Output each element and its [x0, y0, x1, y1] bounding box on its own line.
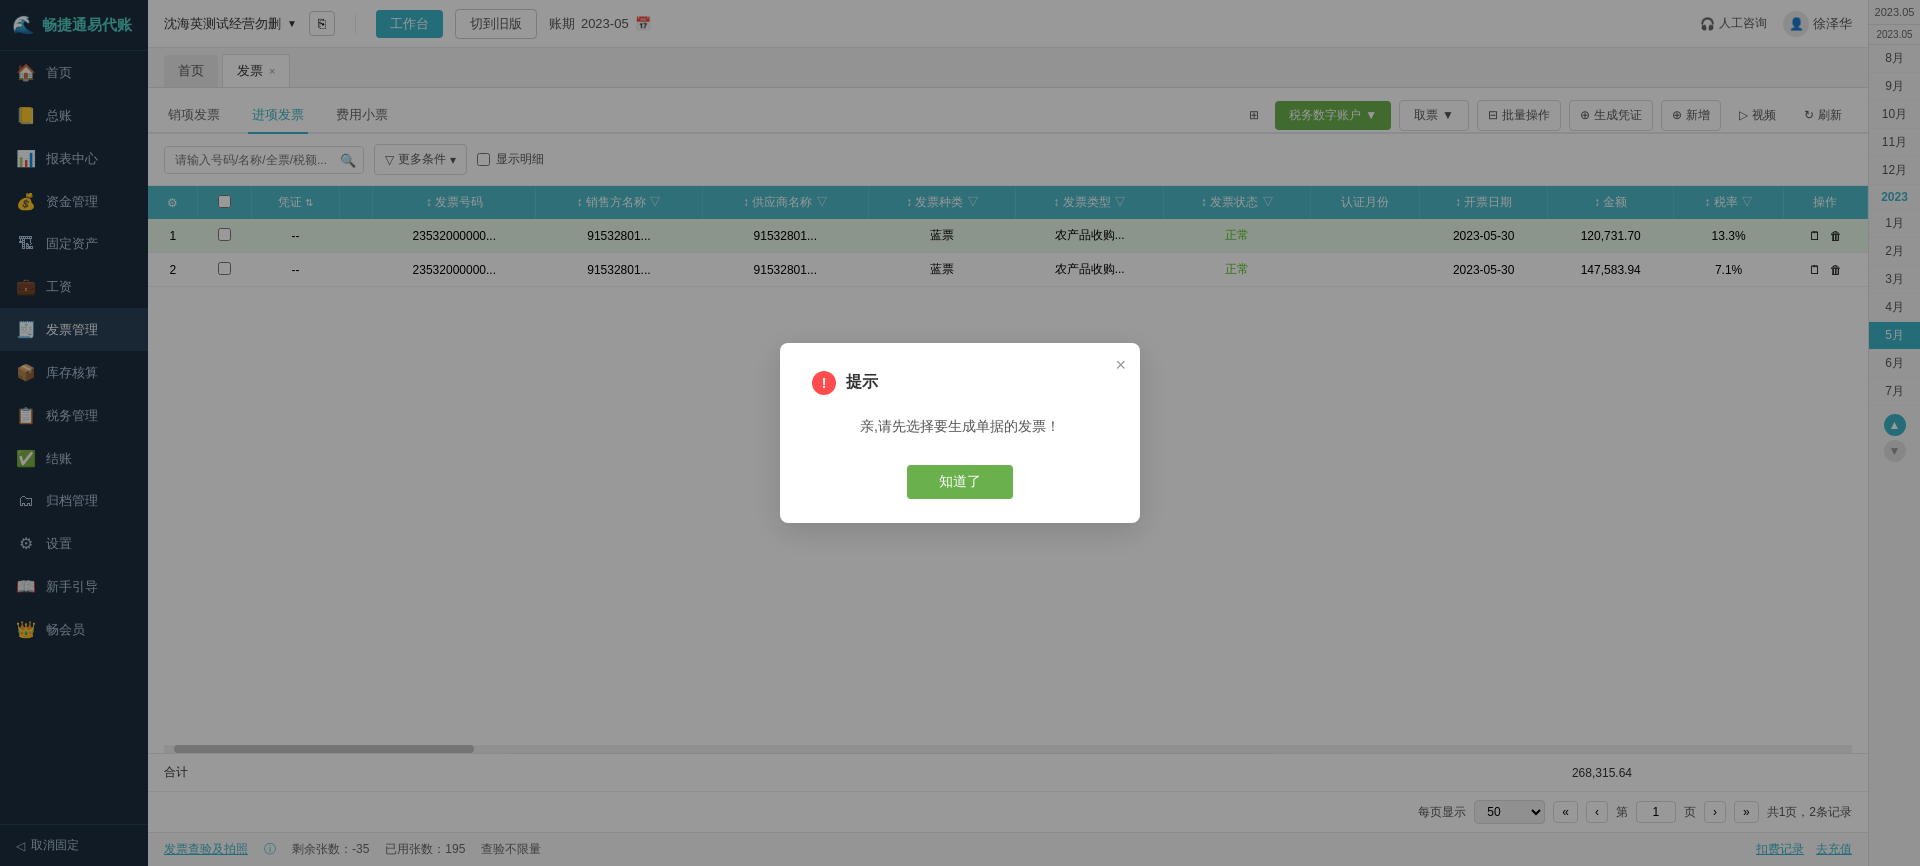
modal-title-row: ! 提示 [812, 371, 1108, 395]
modal-title: 提示 [846, 372, 878, 393]
modal-dialog: × ! 提示 亲,请先选择要生成单据的发票！ 知道了 [780, 343, 1140, 523]
modal-close-button[interactable]: × [1115, 355, 1126, 376]
modal-message: 亲,请先选择要生成单据的发票！ [812, 415, 1108, 437]
modal-confirm-button[interactable]: 知道了 [907, 465, 1013, 499]
modal-overlay: × ! 提示 亲,请先选择要生成单据的发票！ 知道了 [0, 0, 1920, 866]
warning-icon: ! [812, 371, 836, 395]
modal-footer: 知道了 [812, 465, 1108, 499]
